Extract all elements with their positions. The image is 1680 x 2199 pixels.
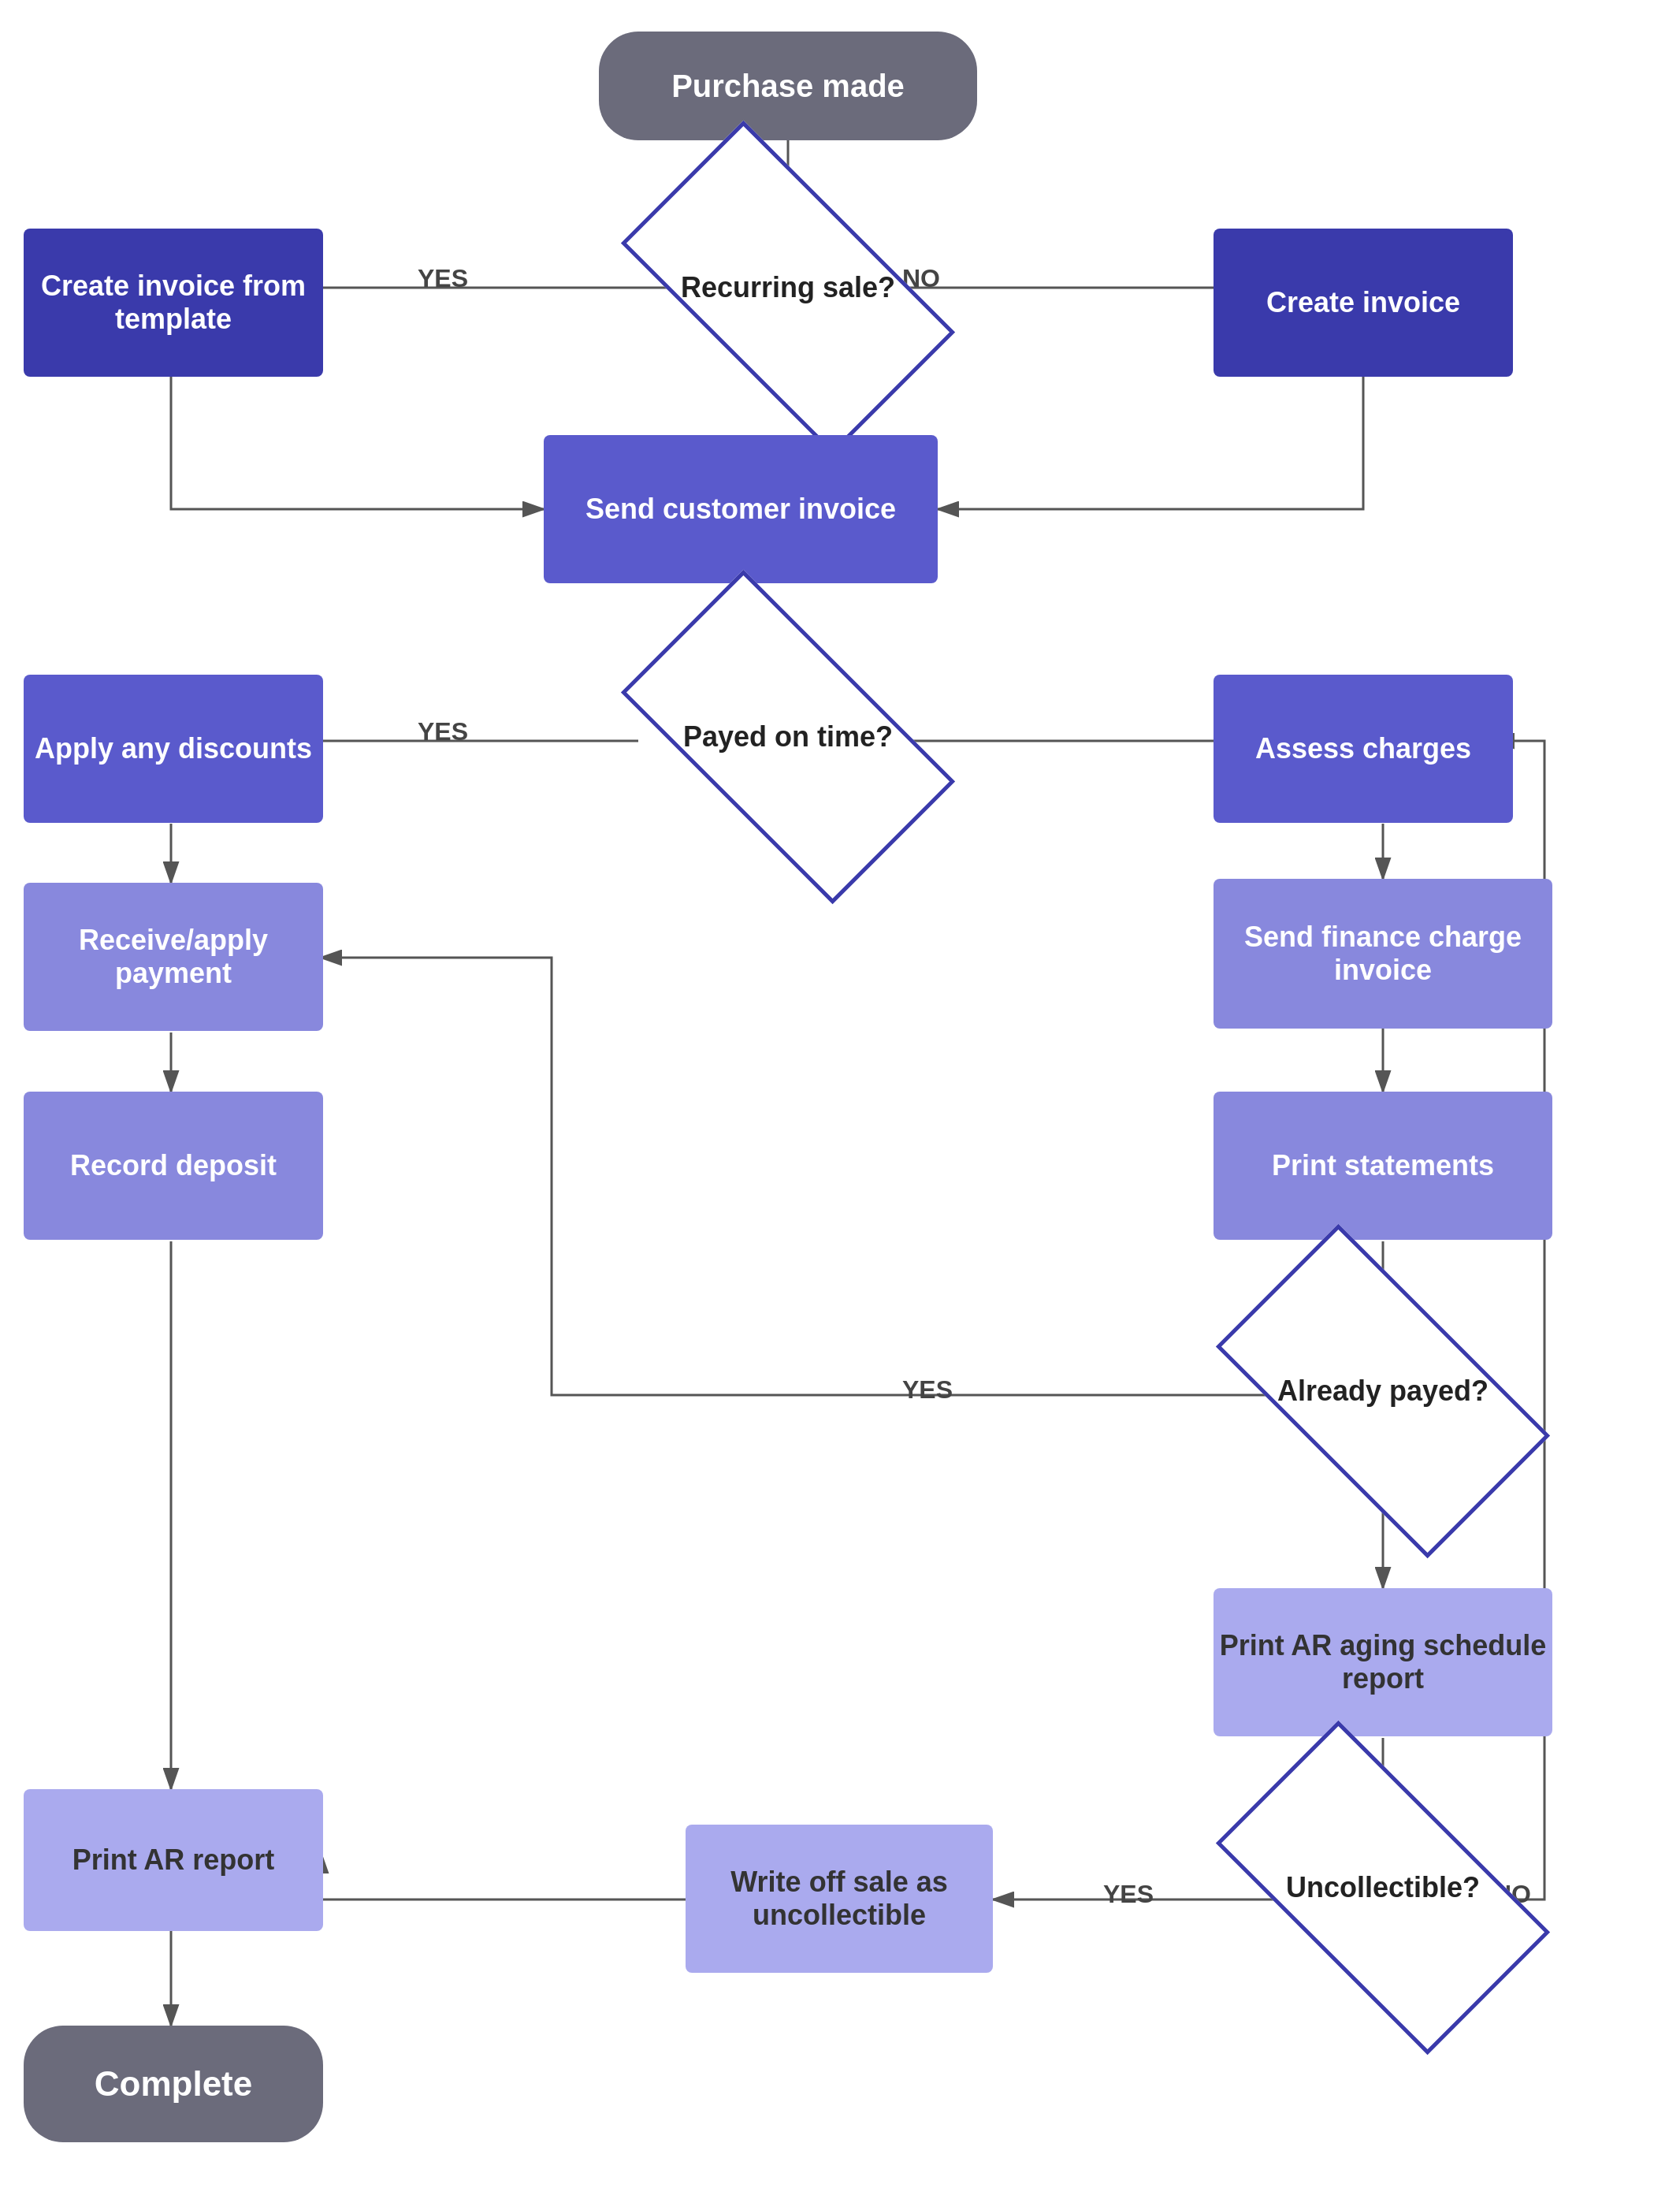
flowchart: YES NO YES NO YES NO YES NO Purchase mad… [0, 0, 1680, 2199]
label-yes-recurring: YES [418, 264, 468, 293]
record-deposit-node: Record deposit [24, 1092, 323, 1240]
write-off-node: Write off sale as uncollectible [686, 1825, 993, 1973]
send-customer-invoice-node: Send customer invoice [544, 435, 938, 583]
complete-node: Complete [24, 2026, 323, 2142]
apply-discounts-node: Apply any discounts [24, 675, 323, 823]
purchase-made-node: Purchase made [599, 32, 977, 140]
payed-on-time-diamond: Payed on time? [638, 650, 938, 824]
uncollectible-diamond: Uncollectible? [1233, 1801, 1533, 1974]
label-yes-payed: YES [418, 717, 468, 746]
create-invoice-template-node: Create invoice from template [24, 229, 323, 377]
print-ar-report-node: Print AR report [24, 1789, 323, 1931]
print-ar-aging-node: Print AR aging schedule report [1214, 1588, 1552, 1736]
print-statements-node: Print statements [1214, 1092, 1552, 1240]
label-yes-already: YES [902, 1375, 953, 1405]
assess-charges-node: Assess charges [1214, 675, 1513, 823]
recurring-sale-diamond: Recurring sale? [638, 201, 938, 374]
receive-payment-node: Receive/apply payment [24, 883, 323, 1031]
create-invoice-node: Create invoice [1214, 229, 1513, 377]
label-yes-uncollectible: YES [1103, 1880, 1154, 1909]
already-payed-diamond: Already payed? [1233, 1304, 1533, 1478]
send-finance-charge-node: Send finance charge invoice [1214, 879, 1552, 1029]
